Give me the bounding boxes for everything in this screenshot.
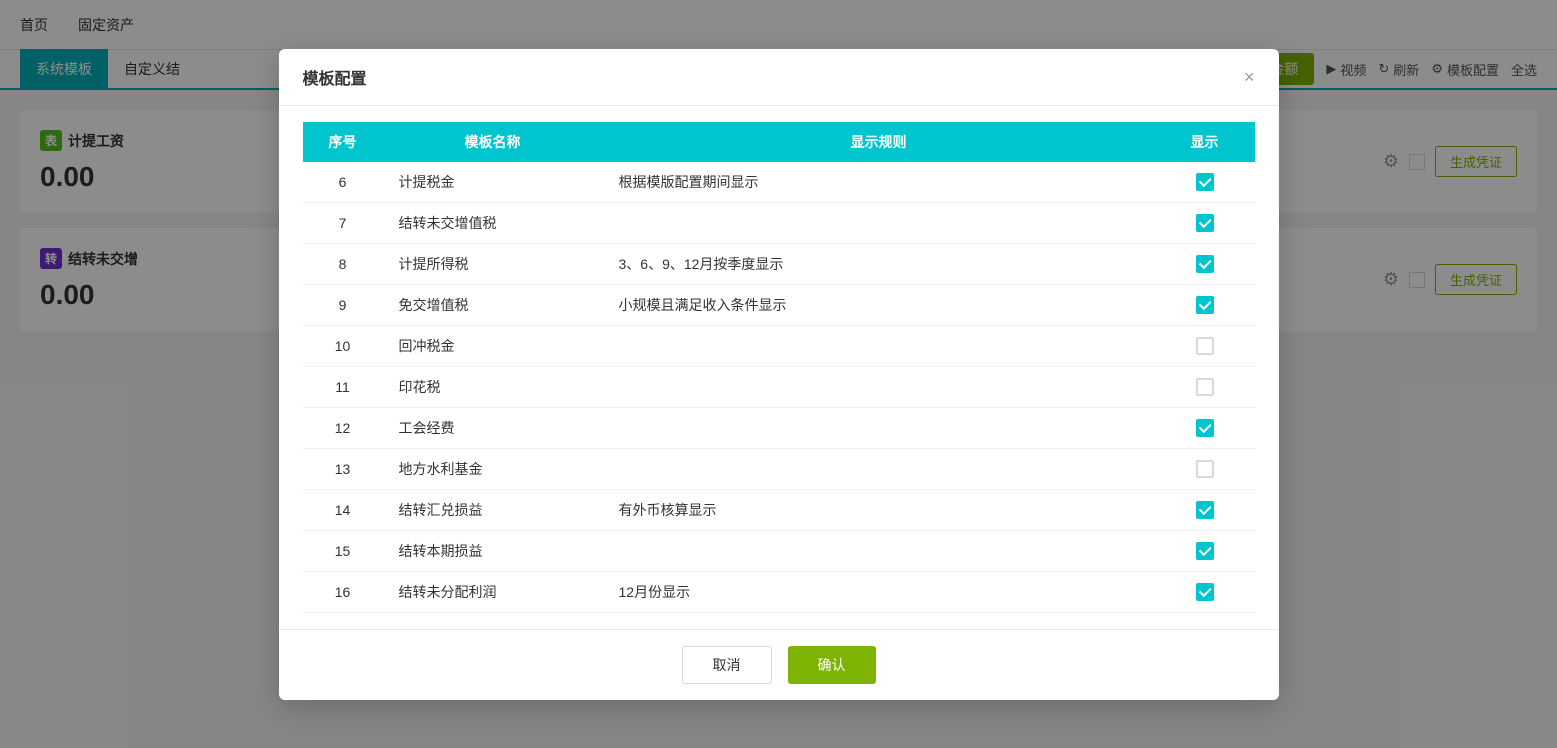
table-row: 15结转本期损益 <box>303 530 1255 571</box>
table-row: 7结转未交增值税 <box>303 202 1255 243</box>
table-row: 6计提税金根据模版配置期间显示 <box>303 162 1255 203</box>
cell-check-7 <box>1155 448 1255 489</box>
cell-seq-5: 11 <box>303 366 383 407</box>
cell-check-10 <box>1155 571 1255 612</box>
cell-check-9 <box>1155 530 1255 571</box>
cell-name-10: 结转未分配利润 <box>383 571 603 612</box>
cell-seq-8: 14 <box>303 489 383 530</box>
table-row: 12工会经费 <box>303 407 1255 448</box>
cell-name-0: 计提税金 <box>383 162 603 203</box>
checkbox-row-1[interactable] <box>1196 214 1214 232</box>
table-body: 6计提税金根据模版配置期间显示7结转未交增值税8计提所得税3、6、9、12月按季… <box>303 162 1255 613</box>
cell-check-2 <box>1155 243 1255 284</box>
checkbox-row-5[interactable] <box>1196 378 1214 396</box>
checkbox-row-4[interactable] <box>1196 337 1214 355</box>
table-row: 9免交增值税小规模且满足收入条件显示 <box>303 284 1255 325</box>
cell-seq-0: 6 <box>303 162 383 203</box>
checkbox-row-6[interactable] <box>1196 419 1214 437</box>
cell-name-7: 地方水利基金 <box>383 448 603 489</box>
cell-rule-10: 12月份显示 <box>603 571 1155 612</box>
confirm-button[interactable]: 确认 <box>788 646 876 684</box>
cell-check-3 <box>1155 284 1255 325</box>
template-config-dialog: 模板配置 × 序号 模板名称 显示规则 显示 6计提税金根据模版配置期间显示7结… <box>279 49 1279 700</box>
dialog-title: 模板配置 <box>303 65 367 89</box>
modal-overlay: 模板配置 × 序号 模板名称 显示规则 显示 6计提税金根据模版配置期间显示7结… <box>0 0 1557 748</box>
checkbox-row-7[interactable] <box>1196 460 1214 478</box>
cell-seq-9: 15 <box>303 530 383 571</box>
dialog-close-button[interactable]: × <box>1244 68 1255 86</box>
cell-name-5: 印花税 <box>383 366 603 407</box>
dialog-footer: 取消 确认 <box>279 629 1279 700</box>
table-row: 10回冲税金 <box>303 325 1255 366</box>
cell-seq-6: 12 <box>303 407 383 448</box>
table-row: 16结转未分配利润12月份显示 <box>303 571 1255 612</box>
col-header-seq: 序号 <box>303 122 383 162</box>
cell-check-8 <box>1155 489 1255 530</box>
cell-check-0 <box>1155 162 1255 203</box>
cell-check-5 <box>1155 366 1255 407</box>
cell-seq-10: 16 <box>303 571 383 612</box>
cell-rule-6 <box>603 407 1155 448</box>
cell-name-6: 工会经费 <box>383 407 603 448</box>
table-row: 14结转汇兑损益有外币核算显示 <box>303 489 1255 530</box>
cell-rule-2: 3、6、9、12月按季度显示 <box>603 243 1155 284</box>
cell-seq-4: 10 <box>303 325 383 366</box>
cell-rule-1 <box>603 202 1155 243</box>
table-row: 13地方水利基金 <box>303 448 1255 489</box>
cell-rule-4 <box>603 325 1155 366</box>
cell-seq-3: 9 <box>303 284 383 325</box>
table-row: 8计提所得税3、6、9、12月按季度显示 <box>303 243 1255 284</box>
cancel-button[interactable]: 取消 <box>682 646 772 684</box>
cell-rule-3: 小规模且满足收入条件显示 <box>603 284 1155 325</box>
cell-name-4: 回冲税金 <box>383 325 603 366</box>
cell-name-2: 计提所得税 <box>383 243 603 284</box>
table-row: 11印花税 <box>303 366 1255 407</box>
cell-name-8: 结转汇兑损益 <box>383 489 603 530</box>
cell-check-4 <box>1155 325 1255 366</box>
cell-seq-2: 8 <box>303 243 383 284</box>
dialog-header: 模板配置 × <box>279 49 1279 106</box>
cell-rule-8: 有外币核算显示 <box>603 489 1155 530</box>
checkbox-row-9[interactable] <box>1196 542 1214 560</box>
checkbox-row-0[interactable] <box>1196 173 1214 191</box>
cell-seq-1: 7 <box>303 202 383 243</box>
cell-name-9: 结转本期损益 <box>383 530 603 571</box>
cell-check-1 <box>1155 202 1255 243</box>
cell-rule-5 <box>603 366 1155 407</box>
cell-rule-7 <box>603 448 1155 489</box>
checkbox-row-3[interactable] <box>1196 296 1214 314</box>
dialog-body: 序号 模板名称 显示规则 显示 6计提税金根据模版配置期间显示7结转未交增值税8… <box>279 106 1279 629</box>
cell-name-3: 免交增值税 <box>383 284 603 325</box>
config-table: 序号 模板名称 显示规则 显示 6计提税金根据模版配置期间显示7结转未交增值税8… <box>303 122 1255 613</box>
checkbox-row-2[interactable] <box>1196 255 1214 273</box>
cell-name-1: 结转未交增值税 <box>383 202 603 243</box>
col-header-name: 模板名称 <box>383 122 603 162</box>
cell-check-6 <box>1155 407 1255 448</box>
cell-rule-9 <box>603 530 1155 571</box>
table-header-row: 序号 模板名称 显示规则 显示 <box>303 122 1255 162</box>
col-header-show: 显示 <box>1155 122 1255 162</box>
cell-rule-0: 根据模版配置期间显示 <box>603 162 1155 203</box>
col-header-rule: 显示规则 <box>603 122 1155 162</box>
checkbox-row-10[interactable] <box>1196 583 1214 601</box>
checkbox-row-8[interactable] <box>1196 501 1214 519</box>
cell-seq-7: 13 <box>303 448 383 489</box>
